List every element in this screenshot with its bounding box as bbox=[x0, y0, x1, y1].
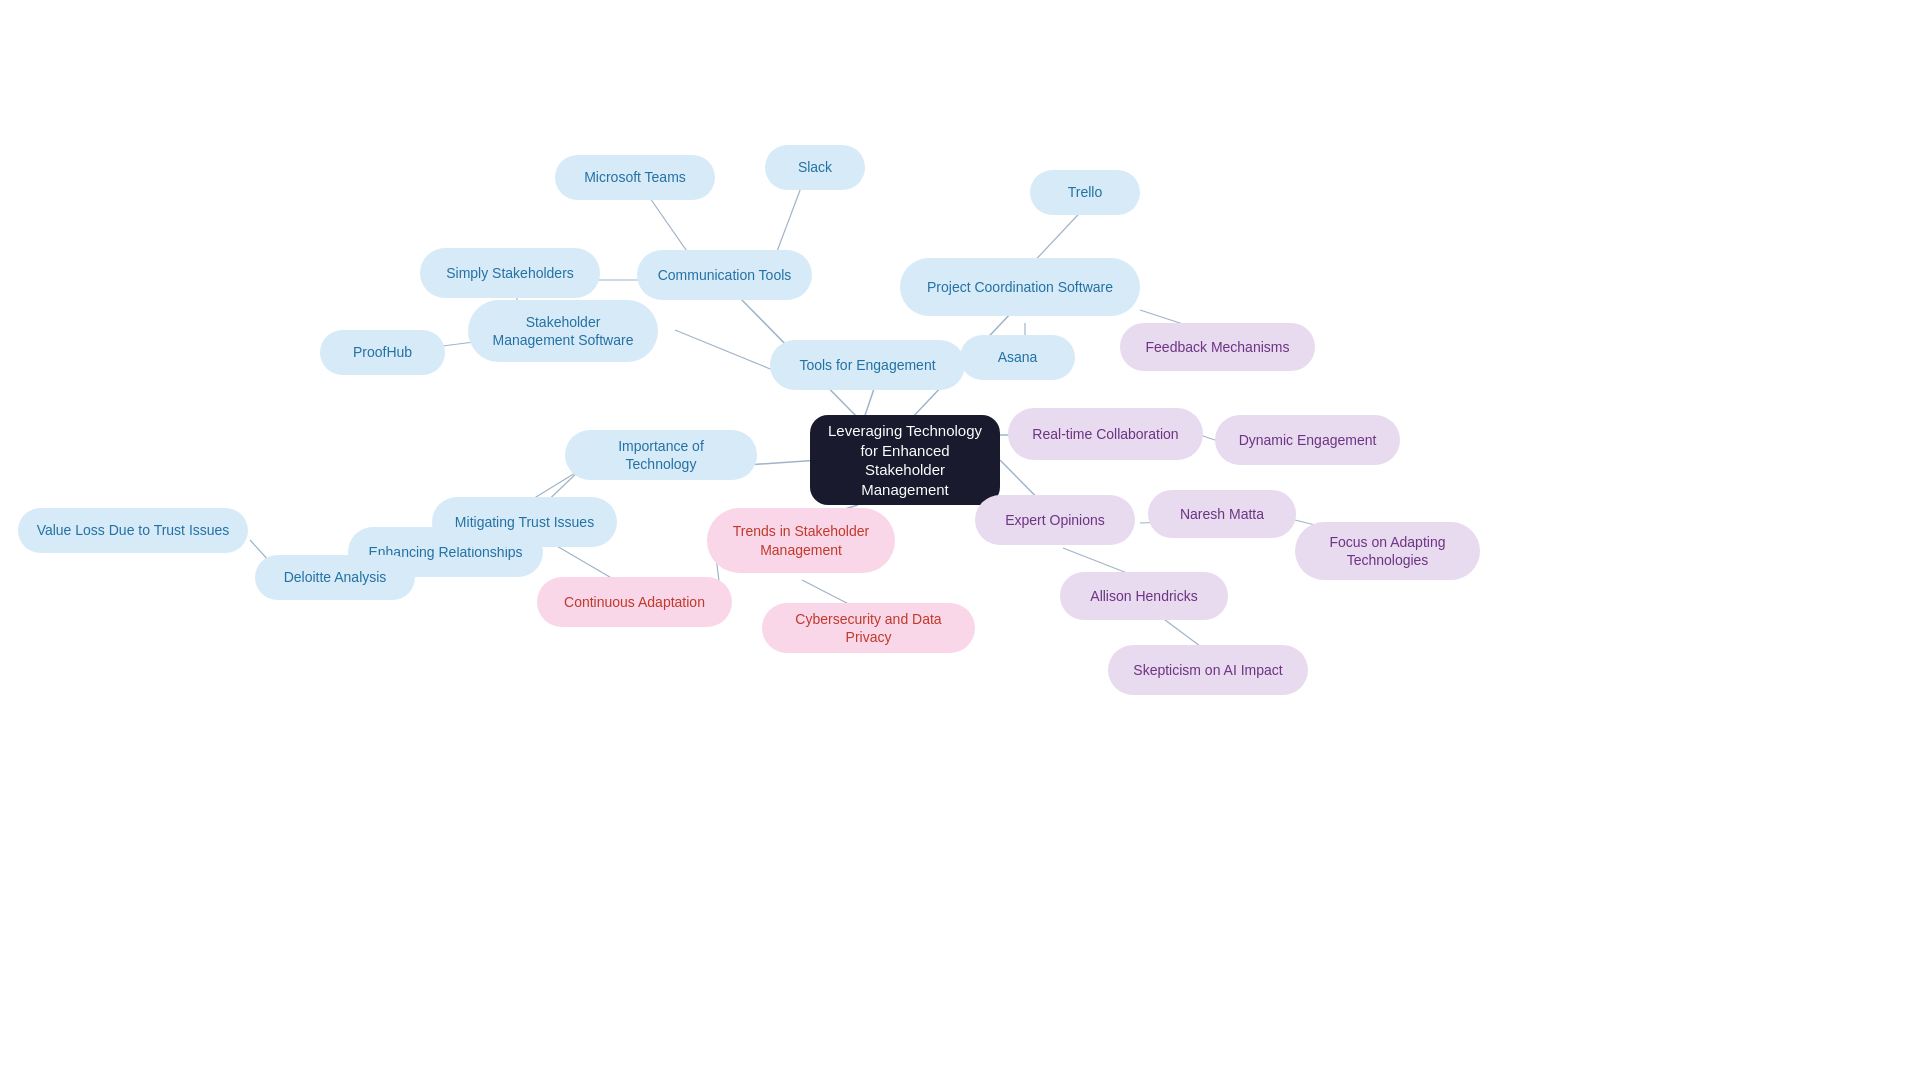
tools-engagement-node: Tools for Engagement bbox=[770, 340, 965, 390]
simply-stakeholders-node: Simply Stakeholders bbox=[420, 248, 600, 298]
dynamic-engagement-node: Dynamic Engagement bbox=[1215, 415, 1400, 465]
cybersecurity-node: Cybersecurity and Data Privacy bbox=[762, 603, 975, 653]
trends-node: Trends in Stakeholder Management bbox=[707, 508, 895, 573]
trends-label: Trends in Stakeholder Management bbox=[725, 522, 877, 558]
allison-hendricks-node: Allison Hendricks bbox=[1060, 572, 1228, 620]
project-coordination-node: Project Coordination Software bbox=[900, 258, 1140, 316]
importance-technology-label: Importance of Technology bbox=[583, 437, 739, 473]
proofhub-label: ProofHub bbox=[353, 343, 412, 361]
microsoft-teams-label: Microsoft Teams bbox=[584, 168, 686, 186]
trello-node: Trello bbox=[1030, 170, 1140, 215]
deloitte-analysis-node: Deloitte Analysis bbox=[255, 555, 415, 600]
focus-adapting-node: Focus on Adapting Technologies bbox=[1295, 522, 1480, 580]
project-coordination-label: Project Coordination Software bbox=[927, 278, 1113, 296]
naresh-matta-node: Naresh Matta bbox=[1148, 490, 1296, 538]
feedback-mechanisms-node: Feedback Mechanisms bbox=[1120, 323, 1315, 371]
feedback-mechanisms-label: Feedback Mechanisms bbox=[1146, 338, 1290, 356]
deloitte-analysis-label: Deloitte Analysis bbox=[284, 568, 387, 586]
value-loss-label: Value Loss Due to Trust Issues bbox=[37, 521, 230, 539]
slack-node: Slack bbox=[765, 145, 865, 190]
realtime-collab-node: Real-time Collaboration bbox=[1008, 408, 1203, 460]
center-label: Leveraging Technology for Enhanced Stake… bbox=[828, 421, 982, 499]
skepticism-ai-label: Skepticism on AI Impact bbox=[1133, 661, 1282, 679]
cybersecurity-label: Cybersecurity and Data Privacy bbox=[780, 610, 957, 646]
naresh-matta-label: Naresh Matta bbox=[1180, 505, 1264, 523]
mitigating-trust-label: Mitigating Trust Issues bbox=[455, 513, 594, 531]
simply-stakeholders-label: Simply Stakeholders bbox=[446, 264, 574, 282]
slack-label: Slack bbox=[798, 158, 832, 176]
center-node: Leveraging Technology for Enhanced Stake… bbox=[810, 415, 1000, 505]
realtime-collab-label: Real-time Collaboration bbox=[1032, 425, 1178, 443]
allison-hendricks-label: Allison Hendricks bbox=[1090, 587, 1197, 605]
expert-opinions-label: Expert Opinions bbox=[1005, 511, 1105, 529]
stakeholder-mgmt-node: Stakeholder Management Software bbox=[468, 300, 658, 362]
continuous-adaptation-node: Continuous Adaptation bbox=[537, 577, 732, 627]
microsoft-teams-node: Microsoft Teams bbox=[555, 155, 715, 200]
focus-adapting-label: Focus on Adapting Technologies bbox=[1313, 533, 1462, 569]
svg-line-13 bbox=[675, 330, 785, 375]
stakeholder-mgmt-label: Stakeholder Management Software bbox=[486, 313, 640, 349]
expert-opinions-node: Expert Opinions bbox=[975, 495, 1135, 545]
asana-label: Asana bbox=[998, 348, 1038, 366]
tools-engagement-label: Tools for Engagement bbox=[799, 356, 935, 374]
communication-tools-label: Communication Tools bbox=[658, 266, 792, 284]
skepticism-ai-node: Skepticism on AI Impact bbox=[1108, 645, 1308, 695]
proofhub-node: ProofHub bbox=[320, 330, 445, 375]
asana-node: Asana bbox=[960, 335, 1075, 380]
continuous-adaptation-label: Continuous Adaptation bbox=[564, 593, 705, 611]
trello-label: Trello bbox=[1068, 183, 1103, 201]
importance-technology-node: Importance of Technology bbox=[565, 430, 757, 480]
communication-tools-node: Communication Tools bbox=[637, 250, 812, 300]
value-loss-node: Value Loss Due to Trust Issues bbox=[18, 508, 248, 553]
mitigating-trust-node: Mitigating Trust Issues bbox=[432, 497, 617, 547]
dynamic-engagement-label: Dynamic Engagement bbox=[1239, 431, 1377, 449]
